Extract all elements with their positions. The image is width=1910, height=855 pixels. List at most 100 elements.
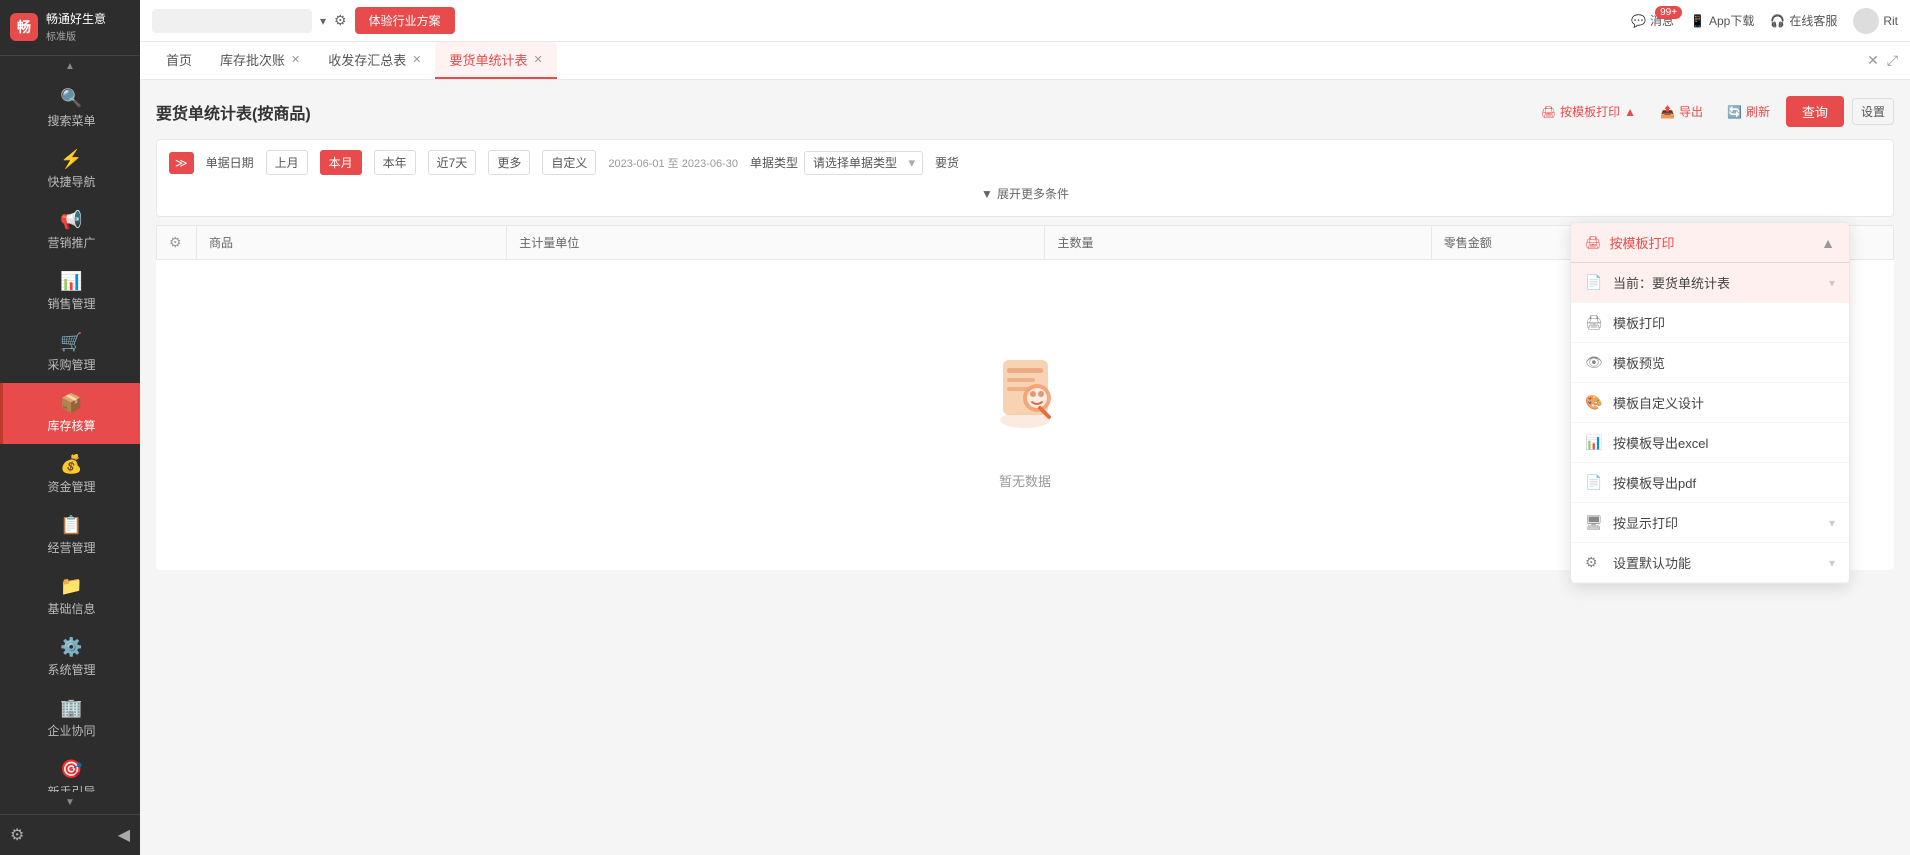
current-template-icon: 📄 xyxy=(1585,274,1603,291)
scroll-up-btn[interactable]: ▲ xyxy=(63,60,77,74)
refresh-btn[interactable]: 🔄 刷新 xyxy=(1719,99,1778,124)
tab-collection-summary-close[interactable]: ✕ xyxy=(412,53,421,66)
dropdown-display-print[interactable]: 🖥 按显示打印 ▾ xyxy=(1571,503,1849,543)
sidebar-item-purchase[interactable]: 🛒 采购管理 xyxy=(0,322,140,383)
topbar-gear-btn[interactable]: ⚙ xyxy=(334,12,347,29)
tab-inventory-batch[interactable]: 库存批次账 ✕ xyxy=(206,42,314,79)
col-unit: 主计量单位 xyxy=(507,226,1045,260)
tabs-right: ✕ ⤢ xyxy=(1867,52,1898,69)
sidebar-item-operations[interactable]: 📋 经营管理 xyxy=(0,505,140,566)
sidebar-item-enterprise[interactable]: 🏢 企业协同 xyxy=(0,688,140,749)
app-tag: 标准版 xyxy=(46,28,106,43)
purchase-nav-icon: 🛒 xyxy=(60,332,82,353)
date-custom-btn[interactable]: 自定义 xyxy=(542,150,596,175)
window-close-btn[interactable]: ✕ xyxy=(1867,52,1879,69)
sidebar-settings-btn[interactable]: ⚙ xyxy=(10,825,24,845)
user-avatar-wrap[interactable]: Rit xyxy=(1853,8,1898,34)
dropdown-template-preview[interactable]: 👁 模板预览 xyxy=(1571,343,1849,383)
tab-home[interactable]: 首页 xyxy=(152,42,206,79)
service-icon: 🎧 xyxy=(1770,14,1785,28)
date-more-btn[interactable]: 更多 xyxy=(488,150,530,175)
tab-order-stats[interactable]: 要货单统计表 ✕ xyxy=(435,42,556,79)
scroll-down-btn[interactable]: ▼ xyxy=(63,796,77,810)
enterprise-nav-icon: 🏢 xyxy=(60,698,82,719)
sidebar-scroll-top: ▲ xyxy=(0,56,140,78)
type-filter-select[interactable]: 请选择单据类型 xyxy=(804,151,923,175)
tab-order-stats-close[interactable]: ✕ xyxy=(534,53,543,66)
tab-collection-summary[interactable]: 收发存汇总表 ✕ xyxy=(314,42,435,79)
date-current-month-btn[interactable]: 本月 xyxy=(320,150,362,175)
search-nav-icon: 🔍 xyxy=(60,88,82,109)
date-current-year-btn[interactable]: 本年 xyxy=(374,150,416,175)
template-print-label: 模板打印 xyxy=(1613,313,1665,332)
dropdown-template-design[interactable]: 🎨 模板自定义设计 xyxy=(1571,383,1849,423)
query-btn[interactable]: 查询 xyxy=(1786,96,1844,127)
dropdown-current-item[interactable]: 📄 当前：要货单统计表 ▾ xyxy=(1571,263,1849,303)
sidebar-item-quick[interactable]: ⚡ 快捷导航 xyxy=(0,139,140,200)
type-filter-wrap: 单据类型 请选择单据类型 ▾ xyxy=(750,151,923,175)
sidebar-item-label: 快捷导航 xyxy=(47,173,95,190)
sidebar-item-label: 企业协同 xyxy=(47,722,95,739)
date-prev-month-btn[interactable]: 上月 xyxy=(266,150,308,175)
sidebar-item-inventory[interactable]: 📦 库存核算 xyxy=(0,383,140,444)
tab-inventory-batch-close[interactable]: ✕ xyxy=(291,53,300,66)
dropdown-default-setting[interactable]: ⚙ 设置默认功能 ▾ xyxy=(1571,543,1849,583)
app-download-btn[interactable]: 📱 App下载 xyxy=(1690,12,1754,29)
logo-icon: 畅 xyxy=(10,13,38,41)
message-btn[interactable]: 💬 消息 99+ xyxy=(1631,12,1674,29)
user-name: Rit xyxy=(1883,14,1898,28)
dropdown-template-print[interactable]: 🖨 模板打印 xyxy=(1571,303,1849,343)
expand-more-btn[interactable]: ▼ 展开更多条件 xyxy=(973,181,1077,206)
settings-btn[interactable]: 设置 xyxy=(1852,98,1894,125)
sidebar-item-sales[interactable]: 📊 销售管理 xyxy=(0,261,140,322)
sidebar-item-finance[interactable]: 💰 资金管理 xyxy=(0,444,140,505)
empty-text: 暂无数据 xyxy=(999,471,1051,490)
print-template-btn[interactable]: 🖨 按模板打印 ▲ xyxy=(1533,99,1644,124)
dropdown-current-label: 当前：要货单统计表 xyxy=(1613,273,1730,292)
default-setting-label: 设置默认功能 xyxy=(1613,553,1691,572)
default-setting-icon: ⚙ xyxy=(1585,554,1603,571)
sidebar-item-label: 系统管理 xyxy=(47,661,95,678)
date-last7-btn[interactable]: 近7天 xyxy=(428,150,477,175)
sidebar-item-newbie[interactable]: 🎯 新手引导 xyxy=(0,749,140,792)
export-icon: 📤 xyxy=(1660,105,1675,119)
filter-row: ≫ 单据日期 上月 本月 本年 近7天 更多 自定义 2023-06-01 至 … xyxy=(169,150,1881,175)
display-print-icon: 🖥 xyxy=(1585,514,1603,531)
window-maximize-btn[interactable]: ⤢ xyxy=(1887,52,1898,69)
display-print-label: 按显示打印 xyxy=(1613,513,1678,532)
print-dropdown-arrow: ▲ xyxy=(1624,105,1636,119)
table-settings-icon[interactable]: ⚙ xyxy=(169,234,182,250)
expand-row: ▼ 展开更多条件 xyxy=(169,181,1881,206)
sidebar-item-system[interactable]: ⚙️ 系统管理 xyxy=(0,627,140,688)
topbar: ▾ ⚙ 体验行业方案 💬 消息 99+ 📱 App下载 🎧 在线客服 Rit xyxy=(140,0,1910,42)
quick-nav-icon: ⚡ xyxy=(60,149,82,170)
export-btn[interactable]: 📤 导出 xyxy=(1652,99,1711,124)
dropdown-export-pdf[interactable]: 📄 按模板导出pdf xyxy=(1571,463,1849,503)
sidebar-collapse-btn[interactable]: ◀ xyxy=(118,825,130,845)
refresh-icon: 🔄 xyxy=(1727,105,1742,119)
type-filter-label: 单据类型 xyxy=(750,154,798,171)
marketing-nav-icon: 📢 xyxy=(60,210,82,231)
default-setting-expand: ▾ xyxy=(1829,556,1835,570)
sidebar-item-marketing[interactable]: 📢 营销推广 xyxy=(0,200,140,261)
topbar-dropdown-btn[interactable]: ▾ xyxy=(320,14,326,28)
page-title: 要货单统计表(按商品) xyxy=(156,100,311,124)
dropdown-export-excel[interactable]: 📊 按模板导出excel xyxy=(1571,423,1849,463)
sidebar-item-label: 销售管理 xyxy=(47,295,95,312)
online-service-btn[interactable]: 🎧 在线客服 xyxy=(1770,12,1837,29)
sidebar: 畅 畅通好生意 标准版 ▲ 🔍 搜索菜单 ⚡ 快捷导航 📢 营销推广 📊 销售管… xyxy=(0,0,140,855)
filter-bar: ≫ 单据日期 上月 本月 本年 近7天 更多 自定义 2023-06-01 至 … xyxy=(156,139,1894,217)
inventory-nav-icon: 📦 xyxy=(60,393,82,414)
topbar-search-input[interactable] xyxy=(152,9,312,33)
sidebar-item-search[interactable]: 🔍 搜索菜单 xyxy=(0,78,140,139)
operations-nav-icon: 📋 xyxy=(60,515,82,536)
sidebar-item-label: 新手引导 xyxy=(47,783,95,792)
expand-icon: ▼ xyxy=(981,187,993,201)
dropdown-close-btn[interactable]: ▲ xyxy=(1821,235,1835,251)
trial-btn[interactable]: 体验行业方案 xyxy=(355,7,455,34)
sidebar-item-basic[interactable]: 📁 基础信息 xyxy=(0,566,140,627)
filter-expand-btn[interactable]: ≫ xyxy=(169,152,194,174)
app-download-label: App下载 xyxy=(1709,12,1754,29)
finance-nav-icon: 💰 xyxy=(60,454,82,475)
dropdown-header: 🖨 按模板打印 ▲ xyxy=(1571,223,1849,263)
